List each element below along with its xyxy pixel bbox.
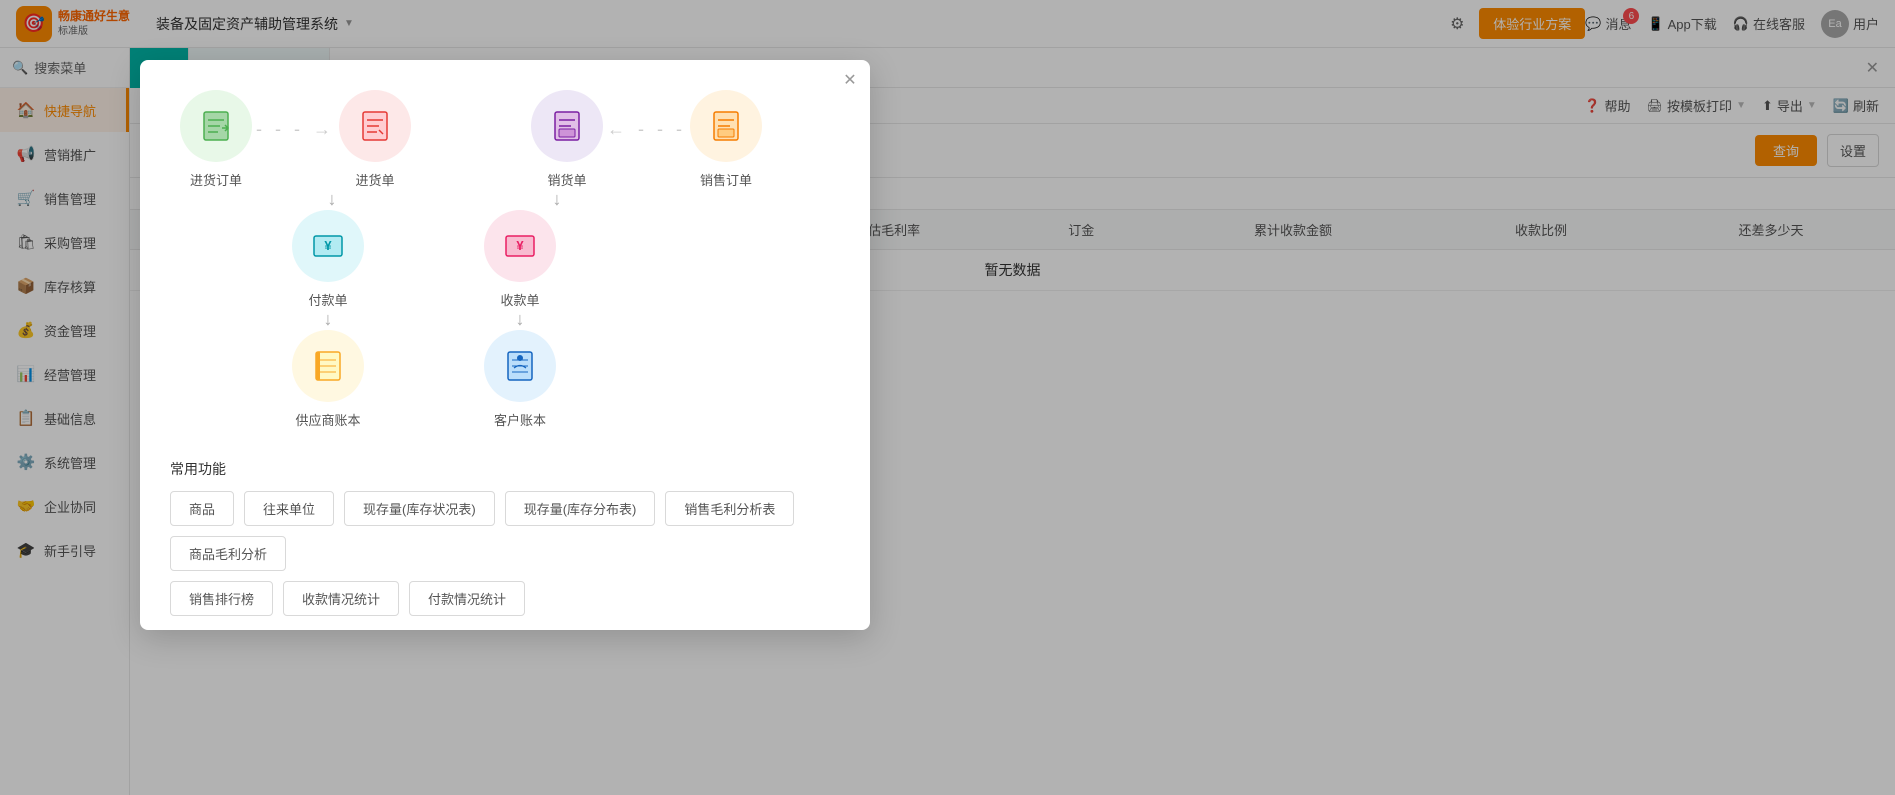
purchase-bill-icon: [357, 108, 393, 144]
func-btn-payment-stats[interactable]: 付款情况统计: [409, 581, 525, 616]
content-area: 首页 销售订单执行表 ✕ ✕ ❓ 帮助 🖨 按模板打印 ▼: [130, 48, 1895, 795]
sales-bill-label: 销货单: [547, 170, 586, 189]
purchase-order-label: 进货订单: [190, 170, 242, 189]
flow-node-receipt-bill: ¥ 收款单: [484, 210, 556, 309]
payment-bill-circle[interactable]: ¥: [292, 210, 364, 282]
sales-bill-circle[interactable]: [531, 90, 603, 162]
modal-overlay[interactable]: ✕: [130, 48, 1895, 795]
svg-text:¥: ¥: [324, 238, 332, 253]
func-btn-goods-profit[interactable]: 商品毛利分析: [170, 536, 286, 571]
supplier-ledger-label: 供应商账本: [295, 410, 360, 429]
supplier-ledger-circle[interactable]: [292, 330, 364, 402]
flow-node-payment-bill: ¥ 付款单: [292, 210, 364, 309]
payment-bill-label: 付款单: [308, 290, 347, 309]
function-buttons-row1: 商品 往来单位 现存量(库存状况表) 现存量(库存分布表) 销售毛利分析表 商品…: [170, 491, 840, 571]
arrow-sales-order-to-bill: ← - - -: [607, 119, 686, 160]
arrow-down-purchase: ↓: [252, 189, 372, 210]
func-btn-stock-dist[interactable]: 现存量(库存分布表): [505, 491, 656, 526]
sales-bill-icon: [549, 108, 585, 144]
common-functions-title: 常用功能: [170, 459, 840, 479]
func-btn-sales-ranking[interactable]: 销售排行榜: [170, 581, 273, 616]
flow-node-sales-bill: 销货单: [531, 90, 603, 189]
purchase-order-icon: [198, 108, 234, 144]
svg-text:¥: ¥: [516, 238, 524, 253]
flow-diagram: 进货订单 - - - →: [140, 60, 870, 449]
receipt-bill-label: 收款单: [500, 290, 539, 309]
supplier-ledger-icon: [310, 348, 346, 384]
arrow-down-sales: ↓: [492, 189, 612, 210]
func-btn-contacts[interactable]: 往来单位: [244, 491, 334, 526]
customer-ledger-icon: [502, 348, 538, 384]
sales-order-icon: [708, 108, 744, 144]
flow-node-customer-ledger: 客户账本: [484, 330, 556, 429]
customer-ledger-label: 客户账本: [494, 410, 546, 429]
sales-order-label: 销售订单: [700, 170, 752, 189]
receipt-bill-circle[interactable]: ¥: [484, 210, 556, 282]
flow-node-purchase-order: 进货订单: [180, 90, 252, 189]
arrow-down-payment: ↓: [292, 309, 364, 330]
purchase-order-circle[interactable]: [180, 90, 252, 162]
function-buttons-row2: 销售排行榜 收款情况统计 付款情况统计: [170, 581, 840, 616]
payment-bill-icon: ¥: [310, 228, 346, 264]
flow-node-purchase-bill: 进货单: [339, 90, 411, 189]
customer-ledger-circle[interactable]: [484, 330, 556, 402]
func-btn-receipt-stats[interactable]: 收款情况统计: [283, 581, 399, 616]
modal-close-button[interactable]: ✕: [838, 68, 862, 92]
arrow-down-receipt: ↓: [484, 309, 556, 330]
func-btn-goods[interactable]: 商品: [170, 491, 234, 526]
purchase-bill-label: 进货单: [355, 170, 394, 189]
flow-node-supplier-ledger: 供应商账本: [292, 330, 364, 429]
flow-node-sales-order: 销售订单: [690, 90, 762, 189]
arrow-purchase-to-bill: - - - →: [256, 119, 335, 160]
main-area: 🔍 搜索菜单 🏠 快捷导航 📢 营销推广 🛒 销售管理 🛍 采购管理 📦: [0, 48, 1895, 795]
sales-order-circle[interactable]: [690, 90, 762, 162]
receipt-bill-icon: ¥: [502, 228, 538, 264]
app-container: 🎯 畅康通好生意 标准版 装备及固定资产辅助管理系统 ▼ ⚙ 体验行业方案 💬 …: [0, 0, 1895, 795]
func-btn-stock-status[interactable]: 现存量(库存状况表): [344, 491, 495, 526]
func-btn-sales-profit[interactable]: 销售毛利分析表: [665, 491, 794, 526]
modal-box: ✕: [140, 60, 870, 630]
common-functions-area: 常用功能 商品 往来单位 现存量(库存状况表) 现存量(库存分布表) 销售毛利分…: [140, 449, 870, 630]
purchase-bill-circle[interactable]: [339, 90, 411, 162]
